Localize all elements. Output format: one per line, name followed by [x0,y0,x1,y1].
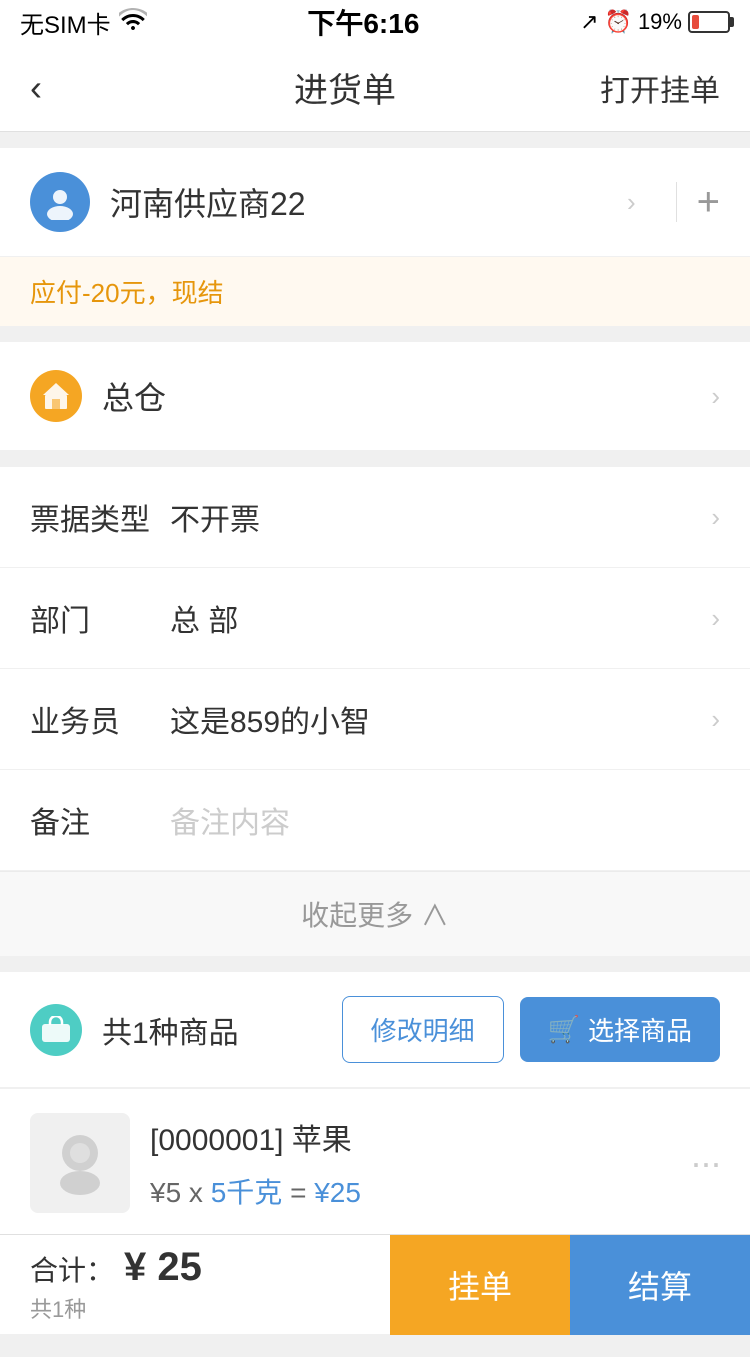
gap-4 [0,956,750,972]
gap-2 [0,326,750,342]
quantity: 5千克 [211,1177,283,1208]
sales-person-chevron: › [711,704,720,735]
sales-person-row[interactable]: 业务员 这是859的小智 › [0,669,750,770]
status-right: ↗ ⏰ 19% [580,9,730,35]
select-product-icon: 🛒 [548,1014,580,1045]
divider [676,182,677,222]
open-hang-button[interactable]: 打开挂单 [600,66,720,110]
carrier-text: 无SIM卡 [20,5,111,40]
product-count-text: 共1种商品 [102,1008,342,1052]
department-row[interactable]: 部门 总 部 › [0,568,750,669]
product-item: [0000001] 苹果 ¥5 x 5千克 = ¥25 ··· [0,1089,750,1237]
total-sub: 共1种 [30,1292,360,1324]
back-button[interactable]: ‹ [30,67,90,109]
supplier-chevron: › [627,187,636,218]
invoice-type-chevron: › [711,502,720,533]
total-label: 合计： [30,1249,114,1289]
gap-1 [0,132,750,148]
product-code: [0000001] [150,1124,292,1157]
status-bar: 无SIM卡 下午6:16 ↗ ⏰ 19% [0,0,750,44]
gap-3 [0,451,750,467]
nav-bar: ‹ 进货单 打开挂单 [0,44,750,132]
product-price: ¥5 x 5千克 = ¥25 [150,1171,670,1211]
invoice-type-row[interactable]: 票据类型 不开票 › [0,467,750,568]
alarm-icon: ⏰ [605,9,632,35]
location-icon: ↗ [580,9,598,35]
remark-input[interactable]: 备注内容 [170,798,720,842]
product-info: [0000001] 苹果 ¥5 x 5千克 = ¥25 [150,1115,670,1211]
alert-text: 应付-20元，现结 [30,278,224,308]
product-title: 苹果 [292,1124,352,1157]
total-price: ¥25 [314,1177,361,1208]
department-chevron: › [711,603,720,634]
product-name: [0000001] 苹果 [150,1115,670,1159]
status-left: 无SIM卡 [20,5,147,40]
select-product-button[interactable]: 🛒 选择商品 [520,997,720,1062]
warehouse-section: 总仓 › [0,342,750,451]
warehouse-icon [30,370,82,422]
modify-detail-button[interactable]: 修改明细 [342,996,504,1063]
sales-person-value: 这是859的小智 [170,697,711,741]
select-product-label: 选择商品 [588,1011,692,1048]
remark-row[interactable]: 备注 备注内容 [0,770,750,871]
product-count-icon [30,1004,82,1056]
hang-order-button[interactable]: 挂单 [390,1235,570,1335]
department-label: 部门 [30,596,170,640]
product-thumbnail [30,1113,130,1213]
warehouse-row[interactable]: 总仓 › [0,342,750,451]
supplier-section: 河南供应商22 › + 应付-20元，现结 [0,148,750,326]
form-section: 票据类型 不开票 › 部门 总 部 › 业务员 这是859的小智 › 备注 备注… [0,467,750,871]
wifi-icon [119,8,147,37]
bottom-bar: 合计： ¥ 25 共1种 挂单 结算 [0,1234,750,1334]
total-amount: ¥ 25 [124,1245,202,1290]
remark-label: 备注 [30,798,170,842]
total-section: 合计： ¥ 25 共1种 [0,1245,390,1324]
status-time: 下午6:16 [307,2,419,42]
unit-price: ¥5 x [150,1177,211,1208]
add-button[interactable]: + [697,182,720,222]
battery-percent: 19% [638,9,682,35]
supplier-name: 河南供应商22 [110,179,627,225]
invoice-type-value: 不开票 [170,495,711,539]
supplier-avatar [30,172,90,232]
department-value: 总 部 [170,596,711,640]
warehouse-chevron: › [711,381,720,412]
collapse-label: 收起更多 ∧ [301,900,449,931]
checkout-button[interactable]: 结算 [570,1235,750,1335]
sales-person-label: 业务员 [30,697,170,741]
product-header: 共1种商品 修改明细 🛒 选择商品 [0,972,750,1087]
more-options-button[interactable]: ··· [690,1142,720,1184]
invoice-type-label: 票据类型 [30,495,170,539]
supplier-row[interactable]: 河南供应商22 › + [0,148,750,257]
total-row: 合计： ¥ 25 [30,1245,360,1290]
page-title: 进货单 [294,63,396,112]
battery-icon [688,11,730,33]
collapse-bar[interactable]: 收起更多 ∧ [0,871,750,956]
equals: = [290,1177,314,1208]
warehouse-label: 总仓 [102,373,711,419]
alert-bar: 应付-20元，现结 [0,257,750,326]
